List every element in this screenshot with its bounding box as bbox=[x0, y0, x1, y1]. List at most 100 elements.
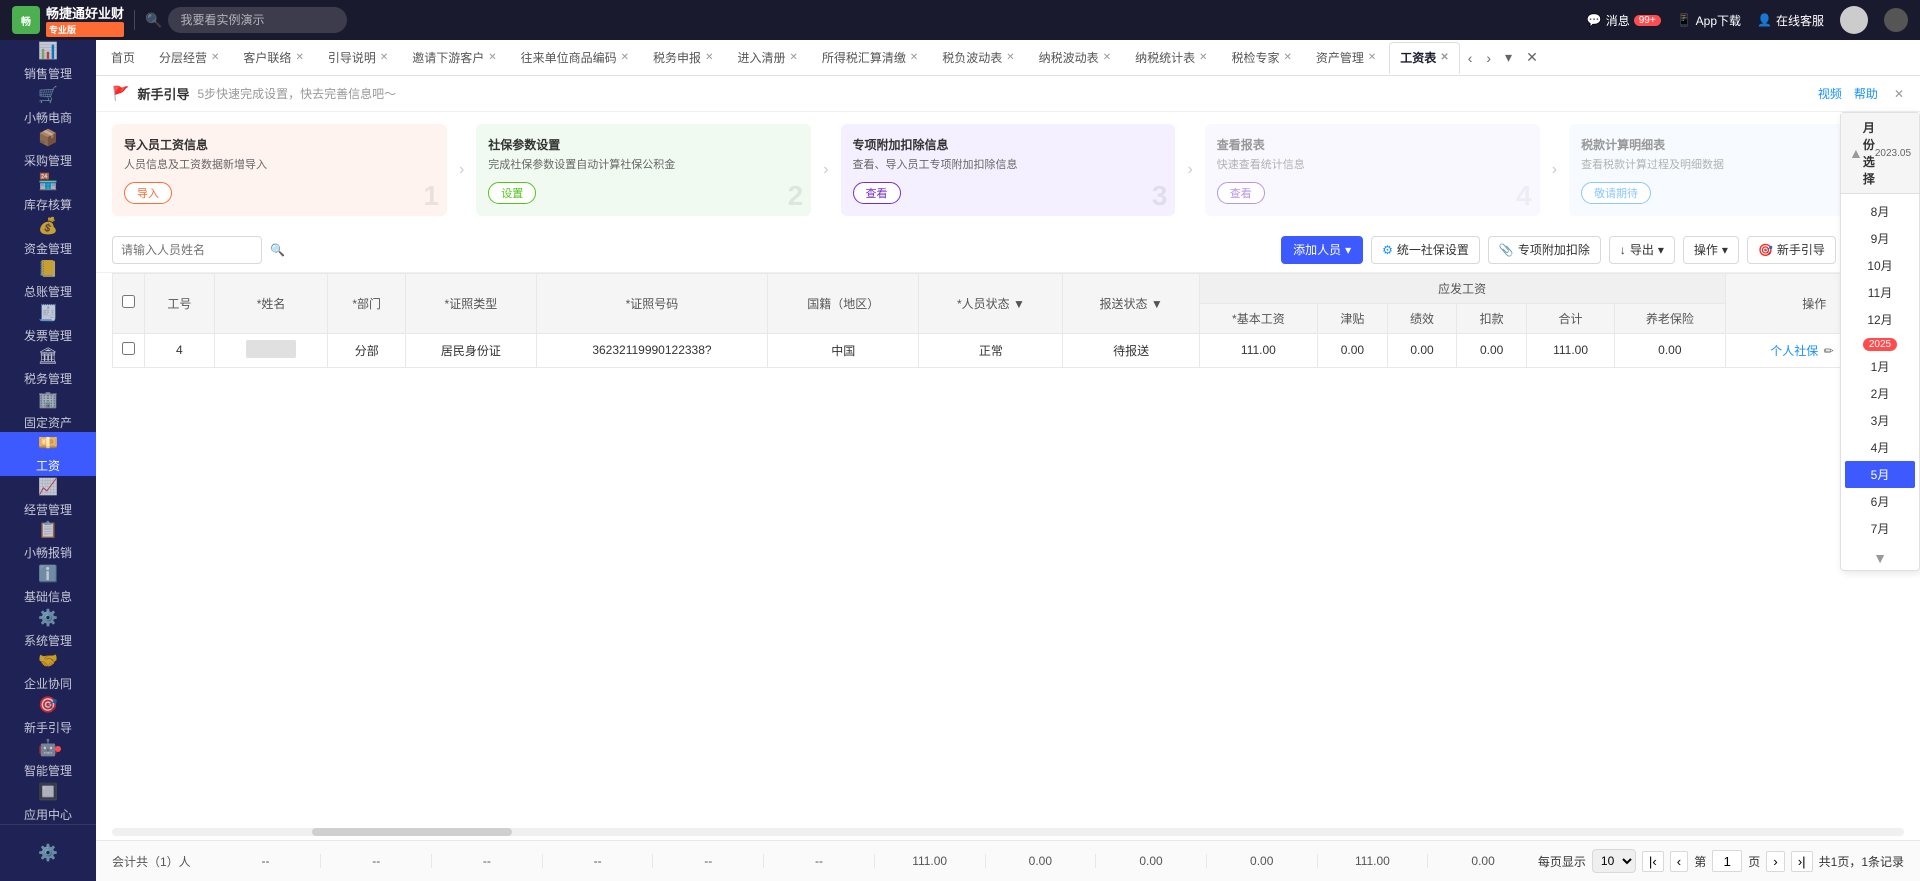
sidebar-item-tax[interactable]: 🏛 税务管理 bbox=[0, 345, 96, 389]
tab-asset-mgmt[interactable]: 资产管理 ✕ bbox=[1305, 42, 1387, 74]
sidebar-item-report[interactable]: 📋 小畅报销 bbox=[0, 519, 96, 563]
step-btn-5[interactable]: 敬请期待 bbox=[1581, 182, 1651, 204]
tab-tax-calc[interactable]: 所得税汇算清缴 ✕ bbox=[811, 42, 929, 74]
operations-button[interactable]: 操作 ▾ bbox=[1683, 236, 1739, 264]
demo-search-input[interactable] bbox=[168, 7, 347, 33]
tab-clearance[interactable]: 进入清册 ✕ bbox=[726, 42, 808, 74]
tab-partition[interactable]: 分层经营 ✕ bbox=[148, 42, 230, 74]
tab-stat-wave[interactable]: 纳税波动表 ✕ bbox=[1028, 42, 1122, 74]
sidebar-item-appcenter[interactable]: 🔲 应用中心 bbox=[0, 781, 96, 825]
tab-close-all[interactable]: ✕ bbox=[1520, 49, 1544, 66]
month-item-7[interactable]: 7月 bbox=[1841, 515, 1919, 542]
page-prev-btn[interactable]: ‹ bbox=[1670, 851, 1688, 872]
tab-guide[interactable]: 引导说明 ✕ bbox=[317, 42, 399, 74]
row-action-link[interactable]: 个人社保 bbox=[1770, 344, 1818, 358]
month-item-11[interactable]: 11月 bbox=[1841, 279, 1919, 306]
step-btn-2[interactable]: 设置 bbox=[488, 182, 536, 204]
special-deduct-button[interactable]: 📎 专项附加扣除 bbox=[1488, 236, 1601, 264]
guide-banner-close[interactable]: ✕ bbox=[1894, 87, 1904, 101]
month-item-10[interactable]: 10月 bbox=[1841, 252, 1919, 279]
new-guide-button[interactable]: 🎯 新手引导 bbox=[1747, 236, 1836, 264]
tab-customer[interactable]: 客户联络 ✕ bbox=[232, 42, 314, 74]
month-item-1[interactable]: 1月 bbox=[1841, 353, 1919, 380]
search-input[interactable] bbox=[112, 236, 262, 264]
tab-nav-next[interactable]: › bbox=[1480, 50, 1497, 66]
sidebar-item-basic[interactable]: ℹ️ 基础信息 bbox=[0, 563, 96, 607]
user-menu[interactable] bbox=[1884, 8, 1908, 32]
step-btn-1[interactable]: 导入 bbox=[124, 182, 172, 204]
guide-video-link[interactable]: 视频 bbox=[1818, 85, 1842, 102]
sidebar-item-guide[interactable]: 🎯 新手引导 bbox=[0, 693, 96, 737]
sidebar-item-purchase[interactable]: 📦 采购管理 bbox=[0, 127, 96, 171]
month-item-8[interactable]: 8月 bbox=[1841, 198, 1919, 225]
sidebar-item-enterprise[interactable]: 🤝 企业协同 bbox=[0, 650, 96, 694]
tab-close-tax-wave[interactable]: ✕ bbox=[1006, 52, 1014, 63]
sidebar-item-smart[interactable]: 🤖 智能管理 bbox=[0, 737, 96, 781]
step-btn-3[interactable]: 查看 bbox=[853, 182, 901, 204]
sidebar-settings[interactable]: ⚙️ bbox=[0, 825, 96, 881]
page-last-btn[interactable]: ›| bbox=[1791, 851, 1813, 872]
sidebar-item-operation[interactable]: 📈 经营管理 bbox=[0, 476, 96, 520]
unified-social-button[interactable]: ⚙ 统一社保设置 bbox=[1371, 236, 1480, 264]
month-item-3[interactable]: 3月 bbox=[1841, 407, 1919, 434]
tab-invite[interactable]: 邀请下游客户 ✕ bbox=[401, 42, 507, 74]
tab-close-goods-code[interactable]: ✕ bbox=[621, 52, 629, 63]
guide-help-link[interactable]: 帮助 bbox=[1854, 85, 1878, 102]
app-download-action[interactable]: 📱 App下载 bbox=[1677, 12, 1741, 29]
page-next-btn[interactable]: › bbox=[1766, 851, 1784, 872]
sidebar-item-ledger[interactable]: 📒 总账管理 bbox=[0, 258, 96, 302]
month-item-4[interactable]: 4月 bbox=[1841, 434, 1919, 461]
tab-close-tax-report[interactable]: ✕ bbox=[705, 52, 713, 63]
export-button[interactable]: ↓ 导出 ▾ bbox=[1609, 236, 1675, 264]
month-item-2[interactable]: 2月 bbox=[1841, 380, 1919, 407]
tab-close-partition[interactable]: ✕ bbox=[211, 52, 219, 63]
page-input[interactable] bbox=[1712, 850, 1742, 872]
sidebar-item-inventory[interactable]: 🏪 库存核算 bbox=[0, 171, 96, 215]
sidebar-item-sales[interactable]: 📊 销售管理 bbox=[0, 40, 96, 84]
month-nav-down[interactable]: ▼ bbox=[1873, 550, 1887, 566]
month-item-12[interactable]: 12月 bbox=[1841, 306, 1919, 333]
tab-close-stat-table[interactable]: ✕ bbox=[1199, 52, 1207, 63]
sidebar-item-salary[interactable]: 💴 工资 bbox=[0, 432, 96, 476]
page-size-select[interactable]: 10 20 50 bbox=[1592, 849, 1636, 873]
tab-close-clearance[interactable]: ✕ bbox=[789, 52, 797, 63]
search-area[interactable]: 🔍 bbox=[145, 7, 347, 33]
tab-salary[interactable]: 工资表 ✕ bbox=[1389, 42, 1459, 74]
tab-close-customer[interactable]: ✕ bbox=[295, 52, 303, 63]
user-avatar[interactable] bbox=[1840, 6, 1868, 34]
tab-tax-wave[interactable]: 税负波动表 ✕ bbox=[931, 42, 1025, 74]
month-item-6[interactable]: 6月 bbox=[1841, 488, 1919, 515]
horizontal-scrollbar[interactable] bbox=[112, 828, 1904, 836]
online-service-action[interactable]: 👤 在线客服 bbox=[1757, 12, 1824, 29]
tab-nav-prev[interactable]: ‹ bbox=[1462, 50, 1479, 66]
select-all-checkbox[interactable] bbox=[122, 295, 135, 308]
message-action[interactable]: 💬 消息 99+ bbox=[1587, 12, 1661, 29]
month-nav-up[interactable]: ▲ bbox=[1849, 145, 1863, 161]
scrollbar-thumb[interactable] bbox=[312, 828, 512, 836]
tab-close-tax-expert[interactable]: ✕ bbox=[1284, 52, 1292, 63]
month-item-5[interactable]: 5月 bbox=[1845, 461, 1915, 488]
tab-tax-report[interactable]: 税务申报 ✕ bbox=[642, 42, 724, 74]
tab-goods-code[interactable]: 往来单位商品编码 ✕ bbox=[510, 42, 640, 74]
search-btn-icon[interactable]: 🔍 bbox=[270, 243, 285, 257]
page-first-btn[interactable]: |‹ bbox=[1642, 851, 1664, 872]
sidebar-item-finance[interactable]: 💰 资金管理 bbox=[0, 214, 96, 258]
tab-tax-expert[interactable]: 税检专家 ✕ bbox=[1220, 42, 1302, 74]
tab-close-asset-mgmt[interactable]: ✕ bbox=[1368, 52, 1376, 63]
row-checkbox[interactable] bbox=[122, 342, 135, 355]
tab-close-stat-wave[interactable]: ✕ bbox=[1103, 52, 1111, 63]
report-filter-icon[interactable]: ▼ bbox=[1151, 297, 1163, 311]
tab-close-guide[interactable]: ✕ bbox=[380, 52, 388, 63]
tab-home[interactable]: 首页 bbox=[100, 42, 146, 74]
sidebar-item-assets[interactable]: 🏢 固定资产 bbox=[0, 389, 96, 433]
row-edit-icon[interactable]: ✏ bbox=[1824, 344, 1834, 358]
sidebar-item-invoice[interactable]: 🧾 发票管理 bbox=[0, 301, 96, 345]
sidebar-item-system[interactable]: ⚙️ 系统管理 bbox=[0, 606, 96, 650]
tab-close-salary[interactable]: ✕ bbox=[1440, 52, 1448, 63]
tab-stat-table[interactable]: 纳税统计表 ✕ bbox=[1124, 42, 1218, 74]
tab-close-tax-calc[interactable]: ✕ bbox=[910, 52, 918, 63]
add-employee-button[interactable]: 添加人员 ▾ bbox=[1281, 236, 1363, 264]
sidebar-item-ecommerce[interactable]: 🛒 小畅电商 bbox=[0, 84, 96, 128]
step-btn-4[interactable]: 查看 bbox=[1217, 182, 1265, 204]
month-item-9[interactable]: 9月 bbox=[1841, 225, 1919, 252]
